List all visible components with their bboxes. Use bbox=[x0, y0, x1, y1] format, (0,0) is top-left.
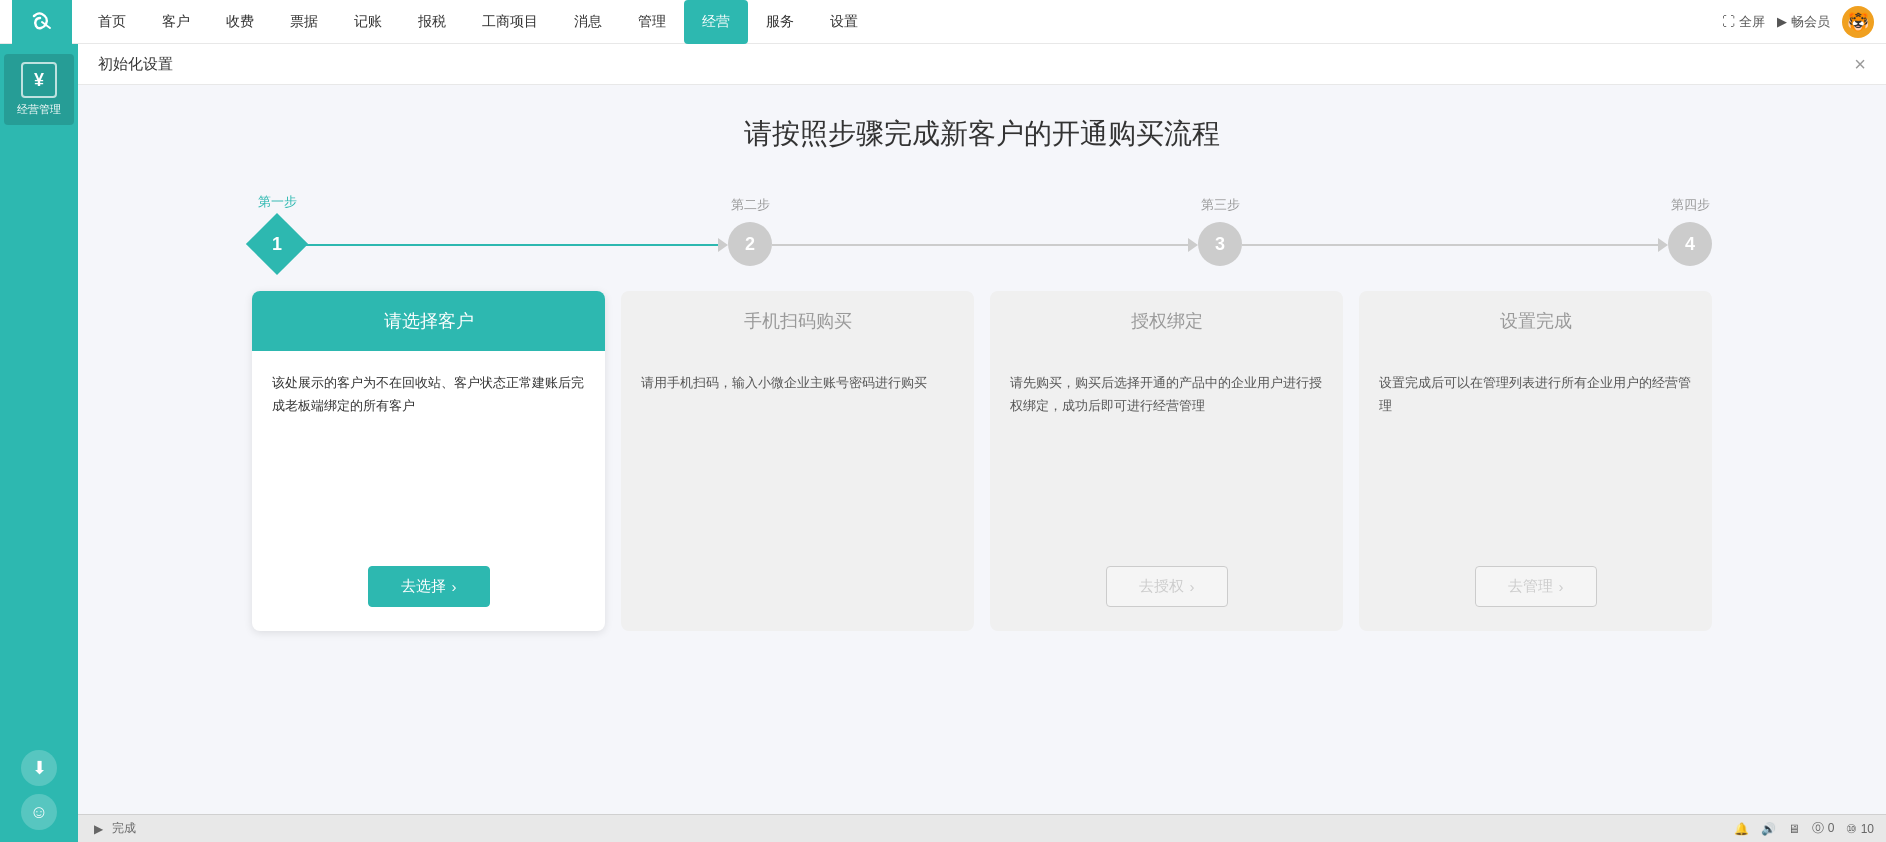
card-3-footer: 去授权 › bbox=[990, 550, 1343, 631]
sidebar-bottom: ⬇ ☺ bbox=[21, 750, 57, 830]
step-area: 请按照步骤完成新客户的开通购买流程 第一步 1 bbox=[78, 85, 1886, 814]
download-btn[interactable]: ⬇ bbox=[21, 750, 57, 786]
step-3-indicator: 第三步 3 bbox=[1198, 196, 1242, 266]
step-card-3: 授权绑定 请先购买，购买后选择开通的产品中的企业用户进行授权绑定，成功后即可进行… bbox=[990, 291, 1343, 631]
connector-2 bbox=[772, 210, 1198, 252]
card-4-header: 设置完成 bbox=[1359, 291, 1712, 351]
play-icon: ▶ bbox=[94, 822, 103, 836]
nav-settings[interactable]: 设置 bbox=[812, 0, 876, 44]
step-1-indicator: 第一步 1 bbox=[252, 193, 302, 269]
step-2-label: 第二步 bbox=[731, 196, 770, 214]
connector-3 bbox=[1242, 210, 1668, 252]
nav-items: 首页 客户 收费 票据 记账 报税 工商项目 消息 管理 经营 服务 设置 bbox=[80, 0, 1722, 44]
sidebar-label-operation: 经营管理 bbox=[17, 102, 61, 117]
card-1-body: 该处展示的客户为不在回收站、客户状态正常建账后完成老板端绑定的所有客户 bbox=[252, 351, 605, 550]
card-1-footer: 去选择 › bbox=[252, 550, 605, 631]
nav-right: ⛶ 全屏 ▶ 畅会员 🐯 bbox=[1722, 6, 1874, 38]
card-3-body: 请先购买，购买后选择开通的产品中的企业用户进行授权绑定，成功后即可进行经营管理 bbox=[990, 351, 1343, 550]
card-3-header: 授权绑定 bbox=[990, 291, 1343, 351]
steps-visual: 第一步 1 第二步 2 bbox=[252, 193, 1712, 269]
close-button[interactable]: × bbox=[1854, 54, 1866, 74]
page-title: 初始化设置 bbox=[98, 55, 173, 74]
nav-charge[interactable]: 收费 bbox=[208, 0, 272, 44]
nav-account[interactable]: 记账 bbox=[336, 0, 400, 44]
step-heading: 请按照步骤完成新客户的开通购买流程 bbox=[744, 115, 1220, 153]
sidebar: ¥ 经营管理 ⬇ ☺ bbox=[0, 44, 78, 842]
support-btn[interactable]: ☺ bbox=[21, 794, 57, 830]
card-4-footer: 去管理 › bbox=[1359, 550, 1712, 631]
step-2-indicator: 第二步 2 bbox=[728, 196, 772, 266]
yuan-icon: ¥ bbox=[21, 62, 57, 98]
step-3-label: 第三步 bbox=[1201, 196, 1240, 214]
status-left: ▶ 完成 bbox=[90, 820, 136, 837]
nav-service[interactable]: 服务 bbox=[748, 0, 812, 44]
sidebar-item-operation[interactable]: ¥ 经营管理 bbox=[4, 54, 74, 125]
main-content: 初始化设置 × 请按照步骤完成新客户的开通购买流程 第一步 1 bbox=[78, 44, 1886, 842]
go-manage-button[interactable]: 去管理 › bbox=[1475, 566, 1597, 607]
step-card-4: 设置完成 设置完成后可以在管理列表进行所有企业用户的经营管理 去管理 › bbox=[1359, 291, 1712, 631]
card-4-body: 设置完成后可以在管理列表进行所有企业用户的经营管理 bbox=[1359, 351, 1712, 550]
page-header: 初始化设置 × bbox=[78, 44, 1886, 85]
nav-home[interactable]: 首页 bbox=[80, 0, 144, 44]
step-card-2: 手机扫码购买 请用手机扫码，输入小微企业主账号密码进行购买 bbox=[621, 291, 974, 631]
step-card-1: 请选择客户 该处展示的客户为不在回收站、客户状态正常建账后完成老板端绑定的所有客… bbox=[252, 291, 605, 631]
main-layout: ¥ 经营管理 ⬇ ☺ 初始化设置 × 请按照步骤完成新客户的开通购买流程 第一步 bbox=[0, 44, 1886, 842]
volume-icon: 🔊 bbox=[1761, 822, 1776, 836]
status-text: 完成 bbox=[112, 820, 136, 837]
fullscreen-btn[interactable]: ⛶ 全屏 bbox=[1722, 13, 1765, 31]
screen-icon: 🖥 bbox=[1788, 822, 1800, 836]
nav-manage[interactable]: 管理 bbox=[620, 0, 684, 44]
go-select-button[interactable]: 去选择 › bbox=[368, 566, 490, 607]
nav-operation[interactable]: 经营 bbox=[684, 0, 748, 44]
play-button[interactable]: ▶ bbox=[90, 821, 106, 837]
step-1-label: 第一步 bbox=[258, 193, 297, 211]
connector-1 bbox=[302, 210, 728, 252]
card-2-header: 手机扫码购买 bbox=[621, 291, 974, 351]
notification-icon: 🔔 bbox=[1734, 822, 1749, 836]
status-count-10: ⑩ 10 bbox=[1846, 822, 1874, 836]
step-2-circle: 2 bbox=[728, 222, 772, 266]
nav-tax[interactable]: 报税 bbox=[400, 0, 464, 44]
cards-row: 请选择客户 该处展示的客户为不在回收站、客户状态正常建账后完成老板端绑定的所有客… bbox=[252, 291, 1712, 631]
member-btn[interactable]: ▶ 畅会员 bbox=[1777, 13, 1830, 31]
nav-biz[interactable]: 工商项目 bbox=[464, 0, 556, 44]
top-nav: 首页 客户 收费 票据 记账 报税 工商项目 消息 管理 经营 服务 设置 ⛶ … bbox=[0, 0, 1886, 44]
card-1-header: 请选择客户 bbox=[252, 291, 605, 351]
step-4-circle: 4 bbox=[1668, 222, 1712, 266]
go-authorize-button[interactable]: 去授权 › bbox=[1106, 566, 1228, 607]
step-4-indicator: 第四步 4 bbox=[1668, 196, 1712, 266]
play-icon: ▶ bbox=[1777, 14, 1787, 29]
status-right: 🔔 🔊 🖥 ⓪ 0 ⑩ 10 bbox=[1734, 820, 1874, 837]
card-2-footer bbox=[621, 591, 974, 631]
step-3-circle: 3 bbox=[1198, 222, 1242, 266]
fullscreen-icon: ⛶ bbox=[1722, 14, 1735, 29]
card-2-body: 请用手机扫码，输入小微企业主账号密码进行购买 bbox=[621, 351, 974, 591]
status-count-0: ⓪ 0 bbox=[1812, 820, 1834, 837]
app-logo bbox=[12, 0, 72, 44]
status-bar: ▶ 完成 🔔 🔊 🖥 ⓪ 0 ⑩ 10 bbox=[78, 814, 1886, 842]
nav-message[interactable]: 消息 bbox=[556, 0, 620, 44]
user-avatar[interactable]: 🐯 bbox=[1842, 6, 1874, 38]
step-1-diamond: 1 bbox=[252, 219, 302, 269]
nav-customer[interactable]: 客户 bbox=[144, 0, 208, 44]
nav-ticket[interactable]: 票据 bbox=[272, 0, 336, 44]
step-4-label: 第四步 bbox=[1671, 196, 1710, 214]
